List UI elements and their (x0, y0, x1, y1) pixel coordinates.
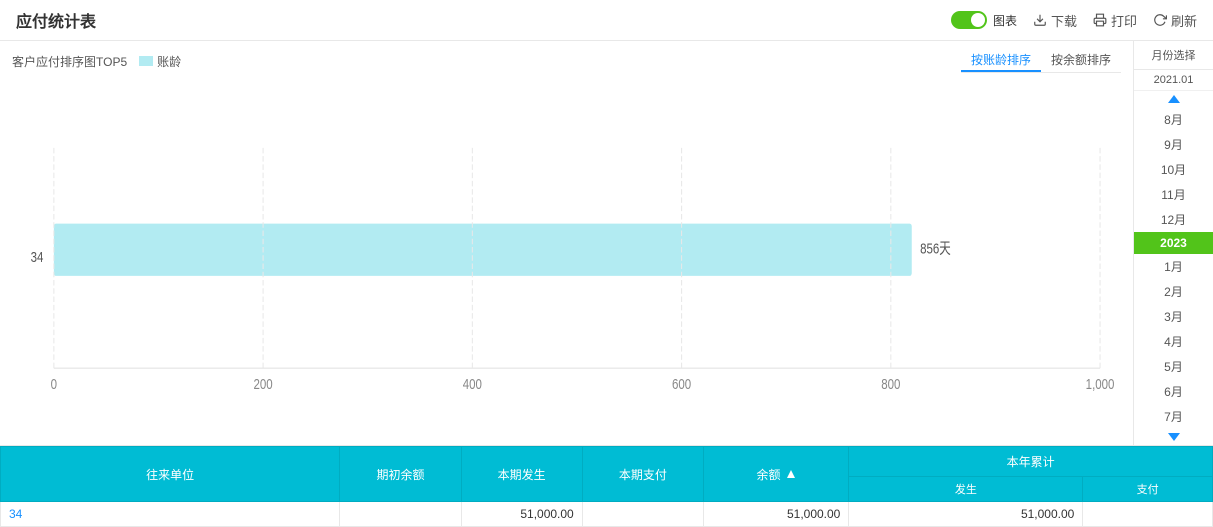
page-title: 应付统计表 (16, 8, 96, 32)
chart-toggle[interactable] (951, 11, 987, 29)
col-header-opening: 期初余额 (340, 447, 461, 502)
sidebar-year-label: 2021.01 (1134, 70, 1213, 91)
cell-opening (340, 502, 461, 527)
sidebar-month-item[interactable]: 3月 (1134, 304, 1213, 329)
refresh-label: 刷新 (1171, 11, 1197, 30)
unit-link[interactable]: 34 (9, 507, 22, 521)
table-row: 34 51,000.00 51,000.00 51,000.00 (1, 502, 1213, 527)
chart-label: 图表 (993, 12, 1017, 29)
sidebar-month-item[interactable]: 12月 (1134, 207, 1213, 232)
balance-sort-icon (786, 469, 796, 479)
refresh-icon (1153, 13, 1167, 27)
col-header-unit: 往来单位 (1, 447, 340, 502)
sidebar-month-item[interactable]: 2023 (1134, 232, 1213, 254)
col-header-ytd-pay: 支付 (1083, 477, 1213, 502)
sidebar-month-item[interactable]: 7月 (1134, 404, 1213, 429)
chart-svg: 34 856天 0 200 400 600 800 1,000 (12, 79, 1121, 437)
sidebar-month-item[interactable]: 5月 (1134, 354, 1213, 379)
sidebar-month-item[interactable]: 10月 (1134, 157, 1213, 182)
sidebar-month-item[interactable]: 4月 (1134, 329, 1213, 354)
download-icon (1033, 13, 1047, 27)
print-icon (1093, 13, 1107, 27)
sidebar-month-item[interactable]: 2月 (1134, 279, 1213, 304)
download-label: 下载 (1051, 11, 1077, 30)
refresh-button[interactable]: 刷新 (1153, 11, 1197, 30)
col-header-ytd-occur: 发生 (849, 477, 1083, 502)
col-header-current: 本期发生 (461, 447, 582, 502)
table-body: 34 51,000.00 51,000.00 51,000.00 (1, 502, 1213, 527)
legend-series-label: 账龄 (157, 53, 181, 70)
sidebar-header: 月份选择 (1134, 41, 1213, 70)
svg-text:200: 200 (254, 375, 273, 392)
data-table: 往来单位 期初余额 本期发生 本期支付 余额 本年累计 发生 支付 34 (0, 446, 1213, 527)
svg-text:600: 600 (672, 375, 691, 392)
svg-text:1,000: 1,000 (1086, 375, 1115, 392)
col-header-ytd: 本年累计 (849, 447, 1213, 477)
legend-item-series: 账龄 (139, 53, 181, 70)
sidebar-month-item[interactable]: 11月 (1134, 182, 1213, 207)
sidebar-month-item[interactable]: 9月 (1134, 132, 1213, 157)
cell-unit: 34 (1, 502, 340, 527)
page-header: 应付统计表 图表 下载 打印 刷新 (0, 0, 1213, 41)
print-button[interactable]: 打印 (1093, 11, 1137, 30)
chart-wrap: 34 856天 0 200 400 600 800 1,000 (12, 79, 1121, 437)
sort-tab-age[interactable]: 按账龄排序 (961, 49, 1041, 72)
chevron-down-icon (1168, 433, 1180, 441)
chart-toggle-wrap[interactable]: 图表 (951, 11, 1017, 29)
legend-title-text: 客户应付排序图TOP5 (12, 53, 127, 70)
download-button[interactable]: 下载 (1033, 11, 1077, 30)
svg-text:400: 400 (463, 375, 482, 392)
col-header-payment: 本期支付 (582, 447, 703, 502)
chevron-up-icon (1168, 95, 1180, 103)
chart-main: 客户应付排序图TOP5 账龄 按账龄排序 按余额排序 34 (0, 41, 1133, 445)
sidebar-up-button[interactable] (1134, 91, 1213, 107)
cell-current: 51,000.00 (461, 502, 582, 527)
svg-text:34: 34 (31, 248, 44, 265)
svg-text:0: 0 (51, 375, 57, 392)
sidebar-down-button[interactable] (1134, 429, 1213, 445)
sidebar-month-item[interactable]: 8月 (1134, 107, 1213, 132)
sort-tab-balance[interactable]: 按余额排序 (1041, 49, 1121, 72)
legend-item-title: 客户应付排序图TOP5 (12, 53, 127, 70)
col-header-balance: 余额 (703, 447, 848, 502)
table-section: 往来单位 期初余额 本期发生 本期支付 余额 本年累计 发生 支付 34 (0, 445, 1213, 527)
cell-payment (582, 502, 703, 527)
svg-text:856天: 856天 (920, 240, 951, 257)
chart-section: 客户应付排序图TOP5 账龄 按账龄排序 按余额排序 34 (0, 41, 1213, 445)
header-actions: 图表 下载 打印 刷新 (951, 11, 1197, 30)
cell-balance: 51,000.00 (703, 502, 848, 527)
sidebar-month-item[interactable]: 6月 (1134, 379, 1213, 404)
cell-ytd-pay (1083, 502, 1213, 527)
sidebar-month-item[interactable]: 1月 (1134, 254, 1213, 279)
cell-ytd-occur: 51,000.00 (849, 502, 1083, 527)
svg-text:800: 800 (881, 375, 900, 392)
print-label: 打印 (1111, 11, 1137, 30)
month-sidebar: 月份选择 2021.01 8月9月10月11月12月20231月2月3月4月5月… (1133, 41, 1213, 445)
legend-color-box (139, 56, 153, 66)
sidebar-months-list: 8月9月10月11月12月20231月2月3月4月5月6月7月 (1134, 107, 1213, 429)
